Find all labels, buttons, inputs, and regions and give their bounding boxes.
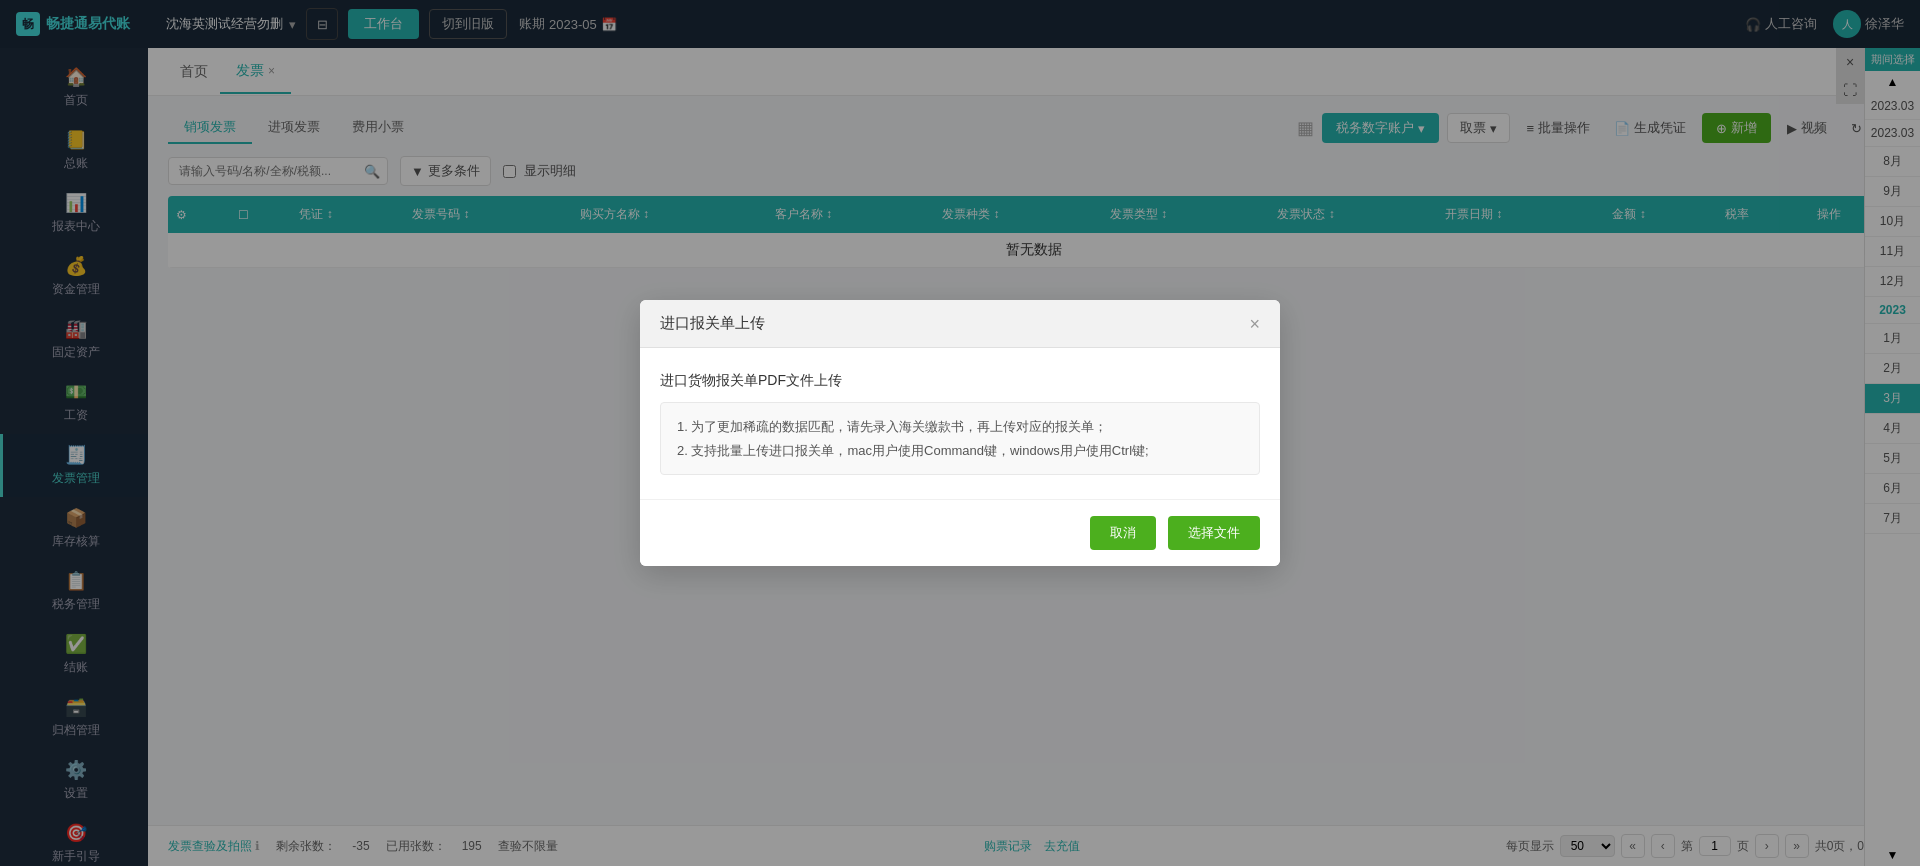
modal-footer: 取消 选择文件 (640, 499, 1280, 566)
modal-overlay[interactable]: 进口报关单上传 × 进口货物报关单PDF文件上传 1. 为了更加稀疏的数据匹配，… (0, 0, 1920, 866)
modal-info-box: 1. 为了更加稀疏的数据匹配，请先录入海关缴款书，再上传对应的报关单； 2. 支… (660, 402, 1260, 475)
modal-title: 进口报关单上传 (660, 314, 765, 333)
import-customs-modal: 进口报关单上传 × 进口货物报关单PDF文件上传 1. 为了更加稀疏的数据匹配，… (640, 300, 1280, 566)
modal-close-button[interactable]: × (1249, 315, 1260, 333)
modal-instruction-1: 1. 为了更加稀疏的数据匹配，请先录入海关缴款书，再上传对应的报关单； (677, 415, 1243, 438)
modal-body: 进口货物报关单PDF文件上传 1. 为了更加稀疏的数据匹配，请先录入海关缴款书，… (640, 348, 1280, 499)
modal-header: 进口报关单上传 × (640, 300, 1280, 348)
modal-select-file-button[interactable]: 选择文件 (1168, 516, 1260, 550)
modal-instruction-2: 2. 支持批量上传进口报关单，mac用户使用Command键，windows用户… (677, 439, 1243, 462)
modal-cancel-button[interactable]: 取消 (1090, 516, 1156, 550)
modal-section-title: 进口货物报关单PDF文件上传 (660, 372, 1260, 390)
